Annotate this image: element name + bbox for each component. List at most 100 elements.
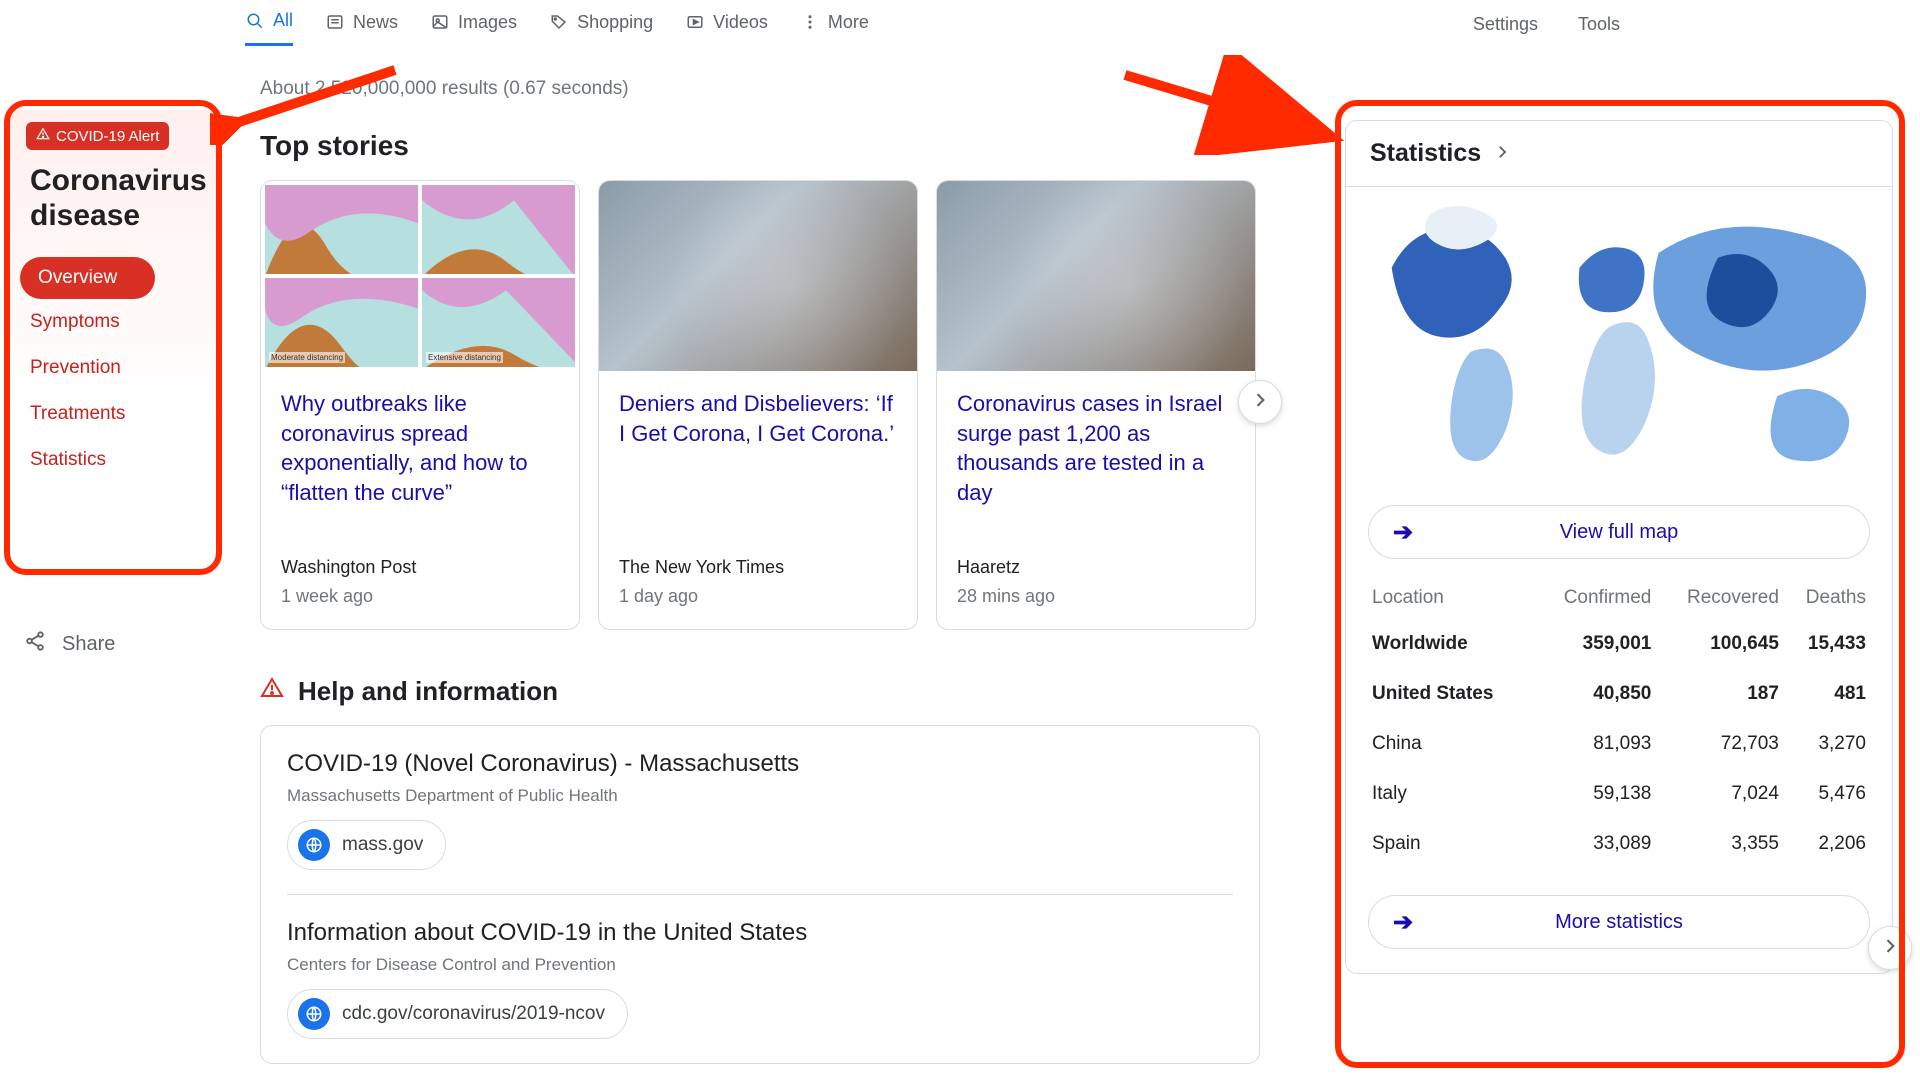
more-statistics-label: More statistics [1555, 911, 1683, 934]
story-source: The New York Times [619, 557, 897, 578]
settings-link[interactable]: Settings [1473, 14, 1538, 35]
story-card[interactable]: Deniers and Disbelievers: ‘If I Get Coro… [598, 180, 918, 630]
help-item-source: cdc.gov/coronavirus/2019-ncov [342, 1003, 605, 1025]
story-thumbnail [937, 181, 1255, 371]
cell-recovered: 72,703 [1655, 719, 1783, 769]
videos-icon [685, 12, 705, 32]
tab-label: Videos [713, 12, 768, 33]
help-item-source-chip[interactable]: cdc.gov/coronavirus/2019-ncov [287, 989, 628, 1039]
covid-nav-prevention[interactable]: Prevention [8, 345, 218, 391]
tab-videos[interactable]: Videos [685, 12, 768, 45]
view-full-map-label: View full map [1560, 521, 1679, 544]
arrow-right-icon: ➔ [1393, 518, 1413, 547]
result-stats: About 2,520,000,000 results (0.67 second… [260, 78, 629, 100]
story-age: 1 week ago [281, 586, 559, 607]
help-item-title: Information about COVID-19 in the United… [287, 919, 1233, 947]
cell-deaths: 5,476 [1783, 769, 1870, 819]
covid-nav-treatments[interactable]: Treatments [8, 391, 218, 437]
alert-icon [36, 127, 50, 145]
story-source: Washington Post [281, 557, 559, 578]
help-item-subtitle: Massachusetts Department of Public Healt… [287, 786, 1233, 806]
covid-sidebar-title: Coronavirus disease [30, 164, 218, 233]
more-icon [800, 12, 820, 32]
help-heading-text: Help and information [298, 676, 558, 707]
covid-alert-text: COVID-19 Alert [56, 128, 159, 145]
table-row[interactable]: Italy59,1387,0245,476 [1368, 769, 1870, 819]
search-icon [245, 11, 265, 31]
globe-icon [298, 829, 330, 861]
covid-alert-badge: COVID-19 Alert [26, 122, 169, 150]
cell-location: Spain [1368, 819, 1533, 869]
thumb-label-left: Moderate distancing [269, 352, 345, 363]
help-item[interactable]: COVID-19 (Novel Coronavirus) - Massachus… [287, 726, 1233, 894]
cell-recovered: 187 [1655, 669, 1783, 719]
cell-confirmed: 33,089 [1533, 819, 1655, 869]
cell-confirmed: 81,093 [1533, 719, 1655, 769]
statistics-heading[interactable]: Statistics [1346, 121, 1892, 187]
globe-icon [298, 998, 330, 1030]
story-thumbnail [599, 181, 917, 371]
tab-all[interactable]: All [245, 10, 293, 46]
story-headline: Coronavirus cases in Israel surge past 1… [957, 389, 1235, 539]
cell-location: Worldwide [1368, 619, 1533, 669]
share-label: Share [62, 633, 115, 656]
tools-link[interactable]: Tools [1578, 14, 1620, 35]
statistics-heading-text: Statistics [1370, 139, 1481, 168]
chevron-right-icon [1493, 139, 1511, 168]
covid-nav-overview[interactable]: Overview [20, 257, 155, 299]
col-deaths: Deaths [1783, 577, 1870, 619]
top-stories-cards: Moderate distancing Extensive distancing… [260, 180, 1260, 630]
tab-label: Images [458, 12, 517, 33]
tab-label: News [353, 12, 398, 33]
more-statistics-button[interactable]: ➔ More statistics [1368, 895, 1870, 949]
arrow-right-icon: ➔ [1393, 908, 1413, 937]
alert-icon [260, 676, 284, 707]
help-item[interactable]: Information about COVID-19 in the United… [287, 894, 1233, 1063]
story-headline: Why outbreaks like coronavirus spread ex… [281, 389, 559, 539]
help-item-source-chip[interactable]: mass.gov [287, 820, 446, 870]
help-item-subtitle: Centers for Disease Control and Preventi… [287, 955, 1233, 975]
covid-nav-statistics[interactable]: Statistics [8, 437, 218, 483]
stories-next-button[interactable] [1238, 380, 1282, 424]
help-heading: Help and information [260, 676, 1260, 707]
story-card[interactable]: Coronavirus cases in Israel surge past 1… [936, 180, 1256, 630]
col-location: Location [1368, 577, 1533, 619]
story-age: 1 day ago [619, 586, 897, 607]
help-box: COVID-19 (Novel Coronavirus) - Massachus… [260, 725, 1260, 1064]
help-item-title: COVID-19 (Novel Coronavirus) - Massachus… [287, 750, 1233, 778]
cell-confirmed: 40,850 [1533, 669, 1655, 719]
story-age: 28 mins ago [957, 586, 1235, 607]
tab-images[interactable]: Images [430, 12, 517, 45]
news-icon [325, 12, 345, 32]
thumb-label-right: Extensive distancing [426, 352, 503, 363]
share-button[interactable]: Share [24, 630, 115, 658]
table-row[interactable]: Spain33,0893,3552,206 [1368, 819, 1870, 869]
statistics-table: Location Confirmed Recovered Deaths Worl… [1346, 559, 1892, 869]
cell-recovered: 100,645 [1655, 619, 1783, 669]
table-row[interactable]: China81,09372,7033,270 [1368, 719, 1870, 769]
story-source: Haaretz [957, 557, 1235, 578]
statistics-next-button[interactable] [1868, 926, 1912, 970]
help-item-source: mass.gov [342, 834, 423, 856]
story-thumbnail: Moderate distancing Extensive distancing [261, 181, 579, 371]
story-card[interactable]: Moderate distancing Extensive distancing… [260, 180, 580, 630]
cell-recovered: 7,024 [1655, 769, 1783, 819]
col-confirmed: Confirmed [1533, 577, 1655, 619]
tab-label: Shopping [577, 12, 653, 33]
table-row[interactable]: United States40,850187481 [1368, 669, 1870, 719]
cell-confirmed: 359,001 [1533, 619, 1655, 669]
tab-more[interactable]: More [800, 12, 869, 45]
cell-deaths: 481 [1783, 669, 1870, 719]
table-row[interactable]: Worldwide359,001100,64515,433 [1368, 619, 1870, 669]
cell-deaths: 2,206 [1783, 819, 1870, 869]
tab-label: All [273, 10, 293, 31]
tab-label: More [828, 12, 869, 33]
images-icon [430, 12, 450, 32]
tab-news[interactable]: News [325, 12, 398, 45]
view-full-map-button[interactable]: ➔ View full map [1368, 505, 1870, 559]
chevron-right-icon [1250, 390, 1270, 415]
col-recovered: Recovered [1655, 577, 1783, 619]
world-map[interactable] [1346, 187, 1892, 487]
tab-shopping[interactable]: Shopping [549, 12, 653, 45]
covid-nav-symptoms[interactable]: Symptoms [8, 299, 218, 345]
